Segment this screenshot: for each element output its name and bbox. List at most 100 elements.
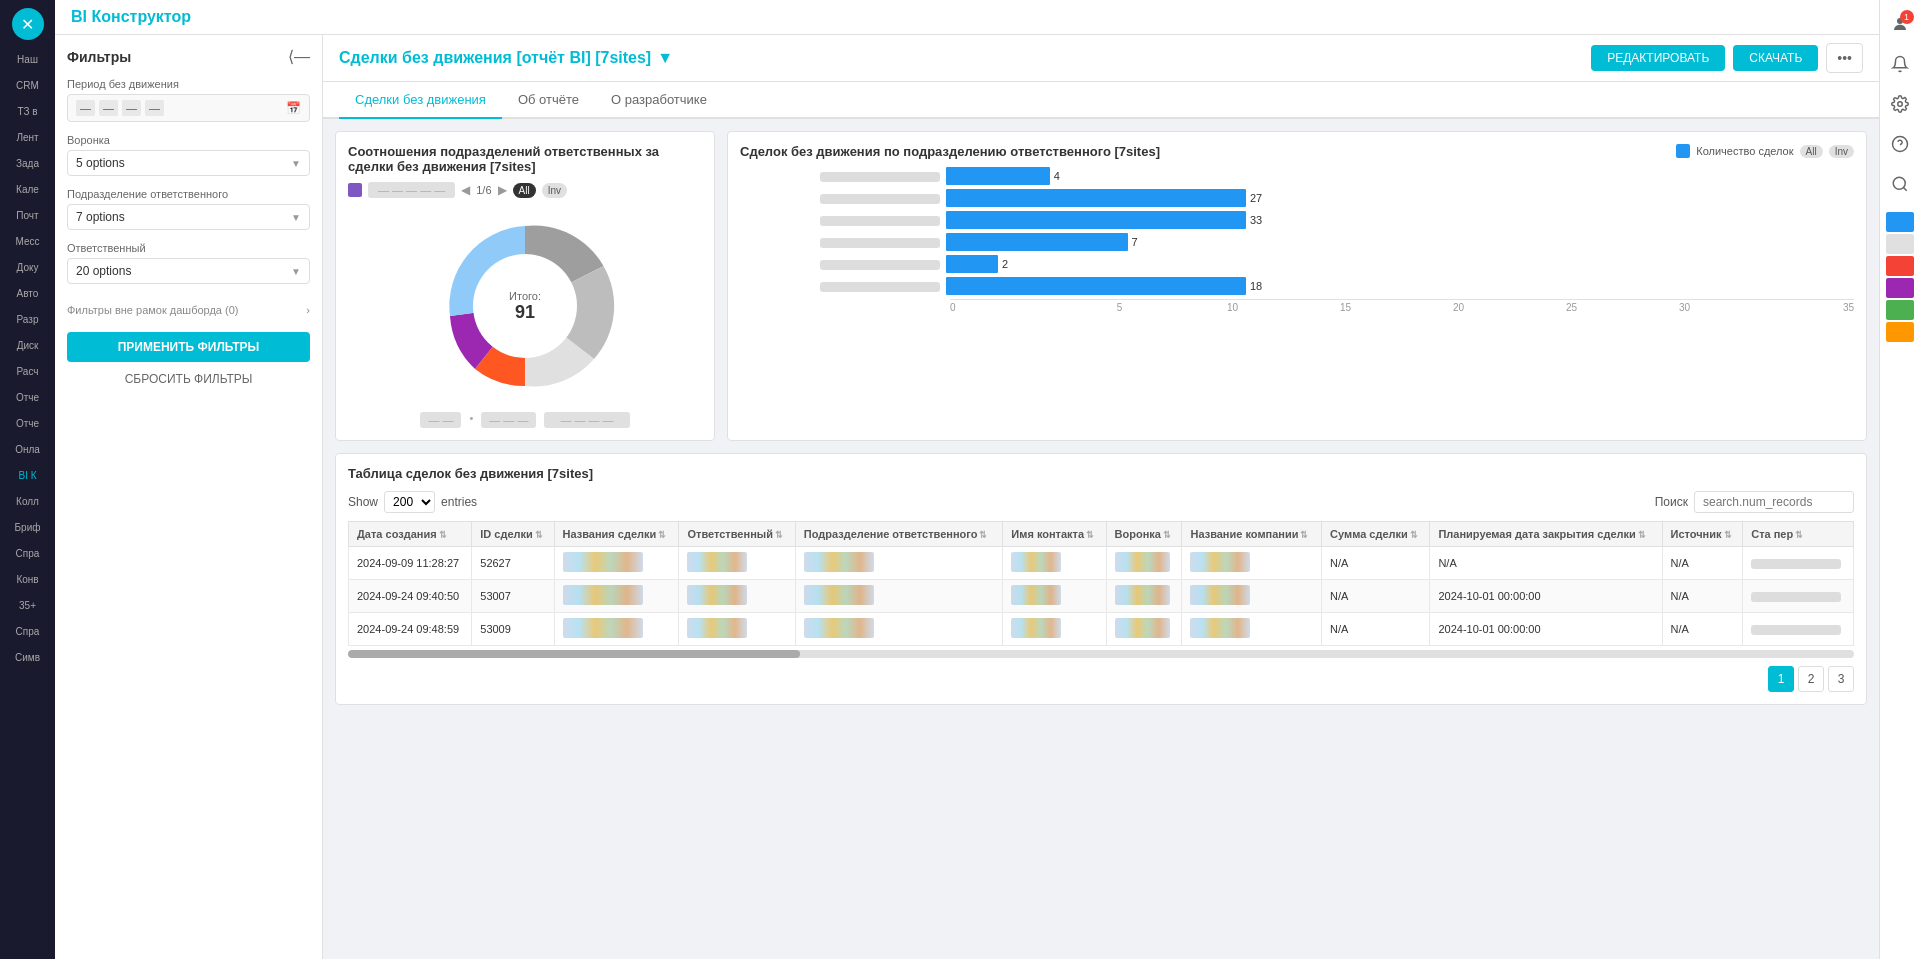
responsible-filter-select[interactable]: 20 options ▼ bbox=[67, 258, 310, 284]
table-head: Дата создания⇅ ID сделки⇅ Названия сделк… bbox=[349, 522, 1854, 547]
row2-stage bbox=[1743, 580, 1854, 613]
donut-nav-next[interactable]: ▶ bbox=[498, 183, 507, 197]
external-filters[interactable]: Фильтры вне рамок дашборда (0) › bbox=[67, 304, 310, 316]
col-dept[interactable]: Подразделение ответственного⇅ bbox=[795, 522, 1003, 547]
nav-close-button[interactable]: ✕ bbox=[12, 8, 44, 40]
bar-tag-all[interactable]: All bbox=[1800, 145, 1823, 158]
row2-funnel bbox=[1106, 580, 1182, 613]
col-source[interactable]: Источник⇅ bbox=[1662, 522, 1743, 547]
donut-tag-inv[interactable]: Inv bbox=[542, 183, 567, 198]
nav-item-21[interactable]: 35+ bbox=[0, 594, 55, 618]
nav-item-3[interactable]: Лент bbox=[0, 126, 55, 150]
nav-item-13[interactable]: Отче bbox=[0, 386, 55, 410]
nav-item-20[interactable]: Конв bbox=[0, 568, 55, 592]
apply-filters-button[interactable]: ПРИМЕНИТЬ ФИЛЬТРЫ bbox=[67, 332, 310, 362]
row1-date: 2024-09-09 11:28:27 bbox=[349, 547, 472, 580]
bar-label-1 bbox=[740, 170, 940, 182]
show-select[interactable]: 200 50 100 bbox=[384, 491, 435, 513]
left-navigation: ✕ Наш CRM ТЗ в Лент Зада Кале Почт Месс … bbox=[0, 0, 55, 959]
nav-item-1[interactable]: CRM bbox=[0, 74, 55, 98]
nav-item-22[interactable]: Спра bbox=[0, 620, 55, 644]
nav-item-6[interactable]: Почт bbox=[0, 204, 55, 228]
bar-tag-inv[interactable]: Inv bbox=[1829, 145, 1854, 158]
edit-button[interactable]: РЕДАКТИРОВАТЬ bbox=[1591, 45, 1725, 71]
nav-item-15[interactable]: Онла bbox=[0, 438, 55, 462]
nav-item-10[interactable]: Разр bbox=[0, 308, 55, 332]
nav-item-7[interactable]: Месс bbox=[0, 230, 55, 254]
col-funnel[interactable]: Воронка⇅ bbox=[1106, 522, 1182, 547]
settings-gear-icon[interactable] bbox=[1884, 88, 1916, 120]
donut-separator: • bbox=[469, 412, 473, 428]
row2-responsible bbox=[679, 580, 795, 613]
row2-close-date: 2024-10-01 00:00:00 bbox=[1430, 580, 1662, 613]
col-date[interactable]: Дата создания⇅ bbox=[349, 522, 472, 547]
report-dropdown-icon[interactable]: ▼ bbox=[657, 49, 673, 67]
nav-items-list: Наш CRM ТЗ в Лент Зада Кале Почт Месс До… bbox=[0, 48, 55, 670]
nav-item-19[interactable]: Спра bbox=[0, 542, 55, 566]
row1-close-date: N/A bbox=[1430, 547, 1662, 580]
col-responsible[interactable]: Ответственный⇅ bbox=[679, 522, 795, 547]
page-btn-2[interactable]: 2 bbox=[1798, 666, 1824, 692]
col-amount[interactable]: Сумма сделки⇅ bbox=[1322, 522, 1430, 547]
tab-deals[interactable]: Сделки без движения bbox=[339, 82, 502, 119]
col-deal[interactable]: Названия сделки⇅ bbox=[554, 522, 679, 547]
axis-30: 30 bbox=[1628, 302, 1741, 313]
col-id[interactable]: ID сделки⇅ bbox=[472, 522, 554, 547]
tab-about[interactable]: Об отчёте bbox=[502, 82, 595, 119]
nav-item-23[interactable]: Симв bbox=[0, 646, 55, 670]
nav-item-2[interactable]: ТЗ в bbox=[0, 100, 55, 124]
bell-icon[interactable] bbox=[1884, 48, 1916, 80]
reset-filters-button[interactable]: СБРОСИТЬ ФИЛЬТРЫ bbox=[67, 366, 310, 392]
table-search-input[interactable] bbox=[1694, 491, 1854, 513]
user-profile-icon[interactable]: 1 bbox=[1884, 8, 1916, 40]
content-area: Фильтры ⟨— Период без движения — — — — 📅… bbox=[55, 35, 1879, 959]
download-button[interactable]: СКАЧАТЬ bbox=[1733, 45, 1818, 71]
sidebar-collapse-button[interactable]: ⟨— bbox=[288, 47, 310, 66]
page-btn-1[interactable]: 1 bbox=[1768, 666, 1794, 692]
col-stage[interactable]: Ста пер⇅ bbox=[1743, 522, 1854, 547]
tab-developer[interactable]: О разработчике bbox=[595, 82, 723, 119]
nav-item-0[interactable]: Наш bbox=[0, 48, 55, 72]
nav-item-5[interactable]: Кале bbox=[0, 178, 55, 202]
nav-item-17[interactable]: Колл bbox=[0, 490, 55, 514]
row2-id: 53007 bbox=[472, 580, 554, 613]
nav-item-9[interactable]: Авто bbox=[0, 282, 55, 306]
row1-deal bbox=[554, 547, 679, 580]
donut-legend-blurred: — — — — — bbox=[368, 182, 455, 198]
dept-filter-select[interactable]: 7 options ▼ bbox=[67, 204, 310, 230]
nav-item-18[interactable]: Бриф bbox=[0, 516, 55, 540]
period-filter-input[interactable]: — — — — 📅 bbox=[67, 94, 310, 122]
donut-nav-prev[interactable]: ◀ bbox=[461, 183, 470, 197]
bar-label-5 bbox=[740, 258, 940, 270]
row2-date: 2024-09-24 09:40:50 bbox=[349, 580, 472, 613]
nav-item-11[interactable]: Диск bbox=[0, 334, 55, 358]
funnel-filter-select[interactable]: 5 options ▼ bbox=[67, 150, 310, 176]
donut-label-3: — — — — bbox=[544, 412, 629, 428]
col-contact[interactable]: Имя контакта⇅ bbox=[1003, 522, 1106, 547]
help-icon[interactable] bbox=[1884, 128, 1916, 160]
table-controls: Show 200 50 100 entries Поиск bbox=[348, 491, 1854, 513]
bar-chart-card: Сделок без движения по подразделению отв… bbox=[727, 131, 1867, 441]
data-table: Дата создания⇅ ID сделки⇅ Названия сделк… bbox=[348, 521, 1854, 646]
nav-item-4[interactable]: Зада bbox=[0, 152, 55, 176]
nav-item-8[interactable]: Доку bbox=[0, 256, 55, 280]
col-close-date[interactable]: Планируемая дата закрытия сделки⇅ bbox=[1430, 522, 1662, 547]
nav-item-16[interactable]: BI К bbox=[0, 464, 55, 488]
row2-deal bbox=[554, 580, 679, 613]
row1-id: 52627 bbox=[472, 547, 554, 580]
nav-item-14[interactable]: Отче bbox=[0, 412, 55, 436]
axis-35: 35 bbox=[1741, 302, 1854, 313]
donut-tag-all[interactable]: All bbox=[513, 183, 536, 198]
search-magnifier-icon[interactable] bbox=[1884, 168, 1916, 200]
row3-close-date: 2024-10-01 00:00:00 bbox=[1430, 613, 1662, 646]
report-tabs: Сделки без движения Об отчёте О разработ… bbox=[323, 82, 1879, 119]
page-btn-3[interactable]: 3 bbox=[1828, 666, 1854, 692]
charts-row: Соотношения подразделений ответственных … bbox=[335, 131, 1867, 441]
col-company[interactable]: Название компании⇅ bbox=[1182, 522, 1322, 547]
nav-item-12[interactable]: Расч bbox=[0, 360, 55, 384]
table-scroll: Дата создания⇅ ID сделки⇅ Названия сделк… bbox=[348, 521, 1854, 658]
more-button[interactable]: ••• bbox=[1826, 43, 1863, 73]
bar-label-3 bbox=[740, 214, 940, 226]
table-row: 2024-09-24 09:48:59 53009 N/A 20 bbox=[349, 613, 1854, 646]
table-scrollbar[interactable] bbox=[348, 650, 1854, 658]
